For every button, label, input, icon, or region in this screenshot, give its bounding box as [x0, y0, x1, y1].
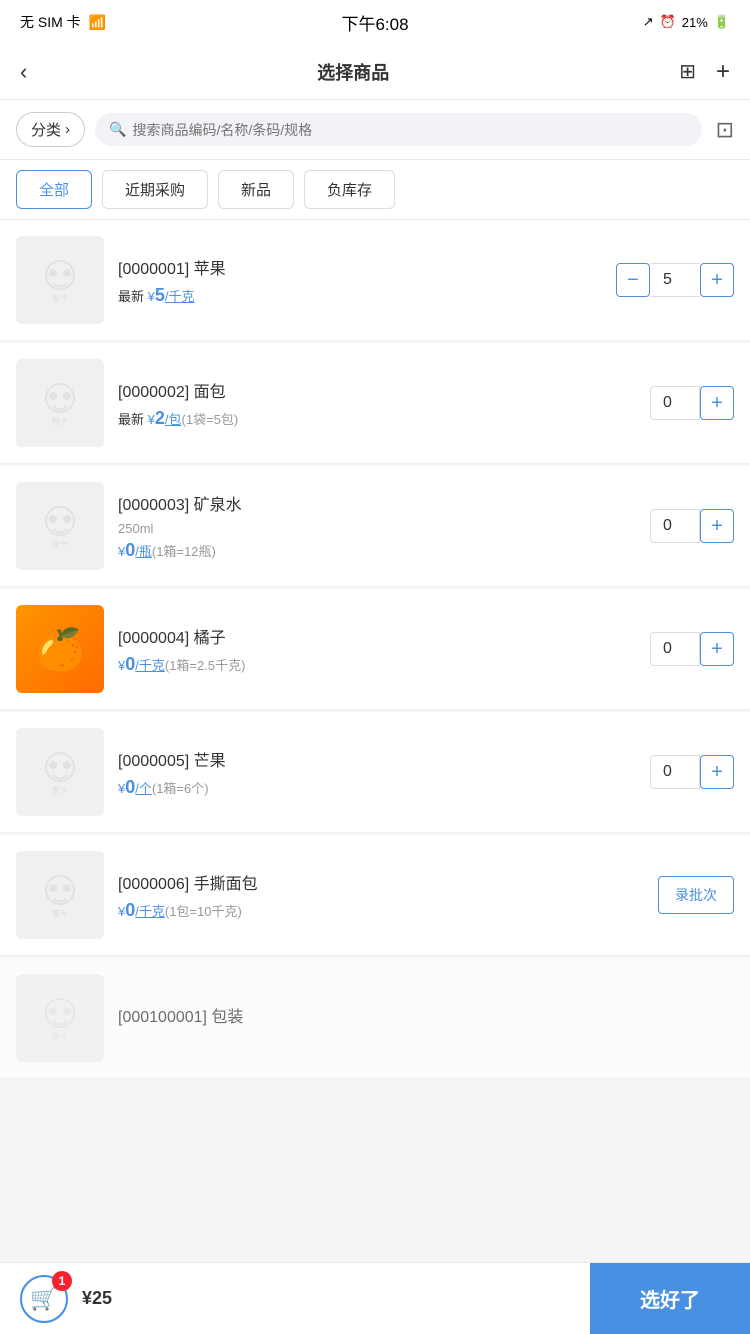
svg-text:智十: 智十 [52, 293, 68, 303]
back-button[interactable]: ‹ [20, 59, 27, 85]
product-info: [0000004] 橘子 ¥0/千克(1箱=2.5千克) [118, 624, 636, 675]
search-box: 🔍 [95, 113, 702, 146]
quantity-decrease-button[interactable]: − [616, 263, 650, 297]
bottom-bar: 🛒 1 ¥25 选好了 [0, 1262, 750, 1334]
confirm-button[interactable]: 选好了 [590, 1263, 750, 1334]
tab-new[interactable]: 新品 [218, 170, 294, 209]
filter-icon[interactable]: ⊞ [679, 59, 696, 84]
quantity-control: + [650, 632, 734, 666]
list-item: 智十 [0000001] 苹果 最新 ¥5/千克 − + [0, 220, 750, 341]
quantity-input[interactable] [650, 632, 700, 666]
quantity-control: + [650, 755, 734, 789]
status-right: ↗ ⏰ 21% 🔋 [643, 14, 730, 30]
product-name: [0000003] 矿泉水 [118, 491, 636, 515]
svg-text:智十: 智十 [52, 785, 68, 795]
quantity-control: + [650, 386, 734, 420]
location-icon: ↗ [643, 14, 654, 30]
cart-section: 🛒 1 ¥25 [0, 1275, 590, 1323]
product-list: 智十 [0000001] 苹果 最新 ¥5/千克 − + 智十 [00 [0, 220, 750, 1079]
quantity-increase-button[interactable]: + [700, 509, 734, 543]
product-name: [0000001] 苹果 [118, 255, 602, 279]
quantity-input[interactable] [650, 509, 700, 543]
product-image-orange: 🍊 [16, 605, 104, 693]
nav-actions: ⊞ + [679, 58, 730, 86]
list-item: 智十 [0000002] 面包 最新 ¥2/包(1袋=5包) + [0, 343, 750, 464]
battery-label: 21% [682, 15, 708, 30]
cart-button[interactable]: 🛒 1 [20, 1275, 68, 1323]
product-spec: 250ml [118, 521, 636, 536]
add-icon[interactable]: + [716, 58, 730, 86]
svg-text:智十: 智十 [52, 539, 68, 549]
product-name: [0000005] 芒果 [118, 747, 636, 771]
list-item: 智十 [0000003] 矿泉水 250ml ¥0/瓶(1箱=12瓶) + [0, 466, 750, 587]
quantity-control: − + [616, 263, 734, 297]
list-item: 智十 [0000005] 芒果 ¥0/个(1箱=6个) + [0, 712, 750, 833]
status-left: 无 SIM 卡 📶 [20, 12, 106, 32]
quantity-increase-button[interactable]: + [700, 263, 734, 297]
product-info: [0000001] 苹果 最新 ¥5/千克 [118, 255, 602, 306]
cart-icon: 🛒 [30, 1286, 57, 1312]
scan-icon[interactable]: ⊡ [716, 117, 734, 143]
filter-bar: 分类 › 🔍 ⊡ [0, 100, 750, 160]
product-info: [0000005] 芒果 ¥0/个(1箱=6个) [118, 747, 636, 798]
product-thumbnail: 智十 [16, 482, 104, 570]
product-price: ¥0/千克(1包=10千克) [118, 900, 644, 921]
product-price: 最新 ¥2/包(1袋=5包) [118, 408, 636, 429]
product-name: [0000006] 手撕面包 [118, 870, 644, 894]
product-thumbnail: 智十 [16, 974, 104, 1062]
product-price: ¥0/个(1箱=6个) [118, 777, 636, 798]
product-thumbnail: 智十 [16, 359, 104, 447]
category-button[interactable]: 分类 › [16, 112, 85, 147]
product-info: [000100001] 包装 [118, 1003, 734, 1033]
product-info: [0000003] 矿泉水 250ml ¥0/瓶(1箱=12瓶) [118, 491, 636, 561]
search-icon: 🔍 [109, 121, 126, 138]
product-price: ¥0/瓶(1箱=12瓶) [118, 540, 636, 561]
product-name: [0000004] 橘子 [118, 624, 636, 648]
list-item: 智十 [000100001] 包装 [0, 958, 750, 1079]
quantity-increase-button[interactable]: + [700, 386, 734, 420]
status-time: 下午6:08 [341, 10, 408, 35]
svg-text:智十: 智十 [52, 1031, 68, 1041]
product-thumbnail: 智十 [16, 236, 104, 324]
quantity-input[interactable] [650, 263, 700, 297]
product-price: 最新 ¥5/千克 [118, 285, 602, 306]
nav-bar: ‹ 选择商品 ⊞ + [0, 44, 750, 100]
svg-text:智十: 智十 [52, 908, 68, 918]
product-thumbnail: 智十 [16, 728, 104, 816]
quantity-increase-button[interactable]: + [700, 755, 734, 789]
product-name: [000100001] 包装 [118, 1003, 734, 1027]
tabs-bar: 全部近期采购新品负库存 [0, 160, 750, 220]
tab-all[interactable]: 全部 [16, 170, 92, 209]
alarm-icon: ⏰ [660, 14, 676, 30]
quantity-increase-button[interactable]: + [700, 632, 734, 666]
batch-button[interactable]: 录批次 [658, 876, 734, 914]
page-title: 选择商品 [317, 59, 389, 85]
category-label: 分类 [31, 119, 61, 140]
quantity-input[interactable] [650, 755, 700, 789]
quantity-input[interactable] [650, 386, 700, 420]
svg-text:智十: 智十 [52, 416, 68, 426]
status-bar: 无 SIM 卡 📶 下午6:08 ↗ ⏰ 21% 🔋 [0, 0, 750, 44]
tab-negative[interactable]: 负库存 [304, 170, 395, 209]
wifi-icon: 📶 [89, 14, 106, 31]
product-info: [0000006] 手撕面包 ¥0/千克(1包=10千克) [118, 870, 644, 921]
carrier-label: 无 SIM 卡 [20, 12, 81, 32]
list-item: 智十 [0000006] 手撕面包 ¥0/千克(1包=10千克) 录批次 [0, 835, 750, 956]
quantity-control: + [650, 509, 734, 543]
product-info: [0000002] 面包 最新 ¥2/包(1袋=5包) [118, 378, 636, 429]
search-input[interactable] [132, 122, 687, 138]
cart-total: ¥25 [82, 1288, 112, 1309]
category-chevron: › [65, 121, 70, 138]
tab-recent[interactable]: 近期采购 [102, 170, 208, 209]
battery-icon: 🔋 [714, 14, 730, 30]
product-price: ¥0/千克(1箱=2.5千克) [118, 654, 636, 675]
product-name: [0000002] 面包 [118, 378, 636, 402]
product-thumbnail: 智十 [16, 851, 104, 939]
list-item: 🍊 [0000004] 橘子 ¥0/千克(1箱=2.5千克) + [0, 589, 750, 710]
cart-badge: 1 [52, 1271, 72, 1291]
